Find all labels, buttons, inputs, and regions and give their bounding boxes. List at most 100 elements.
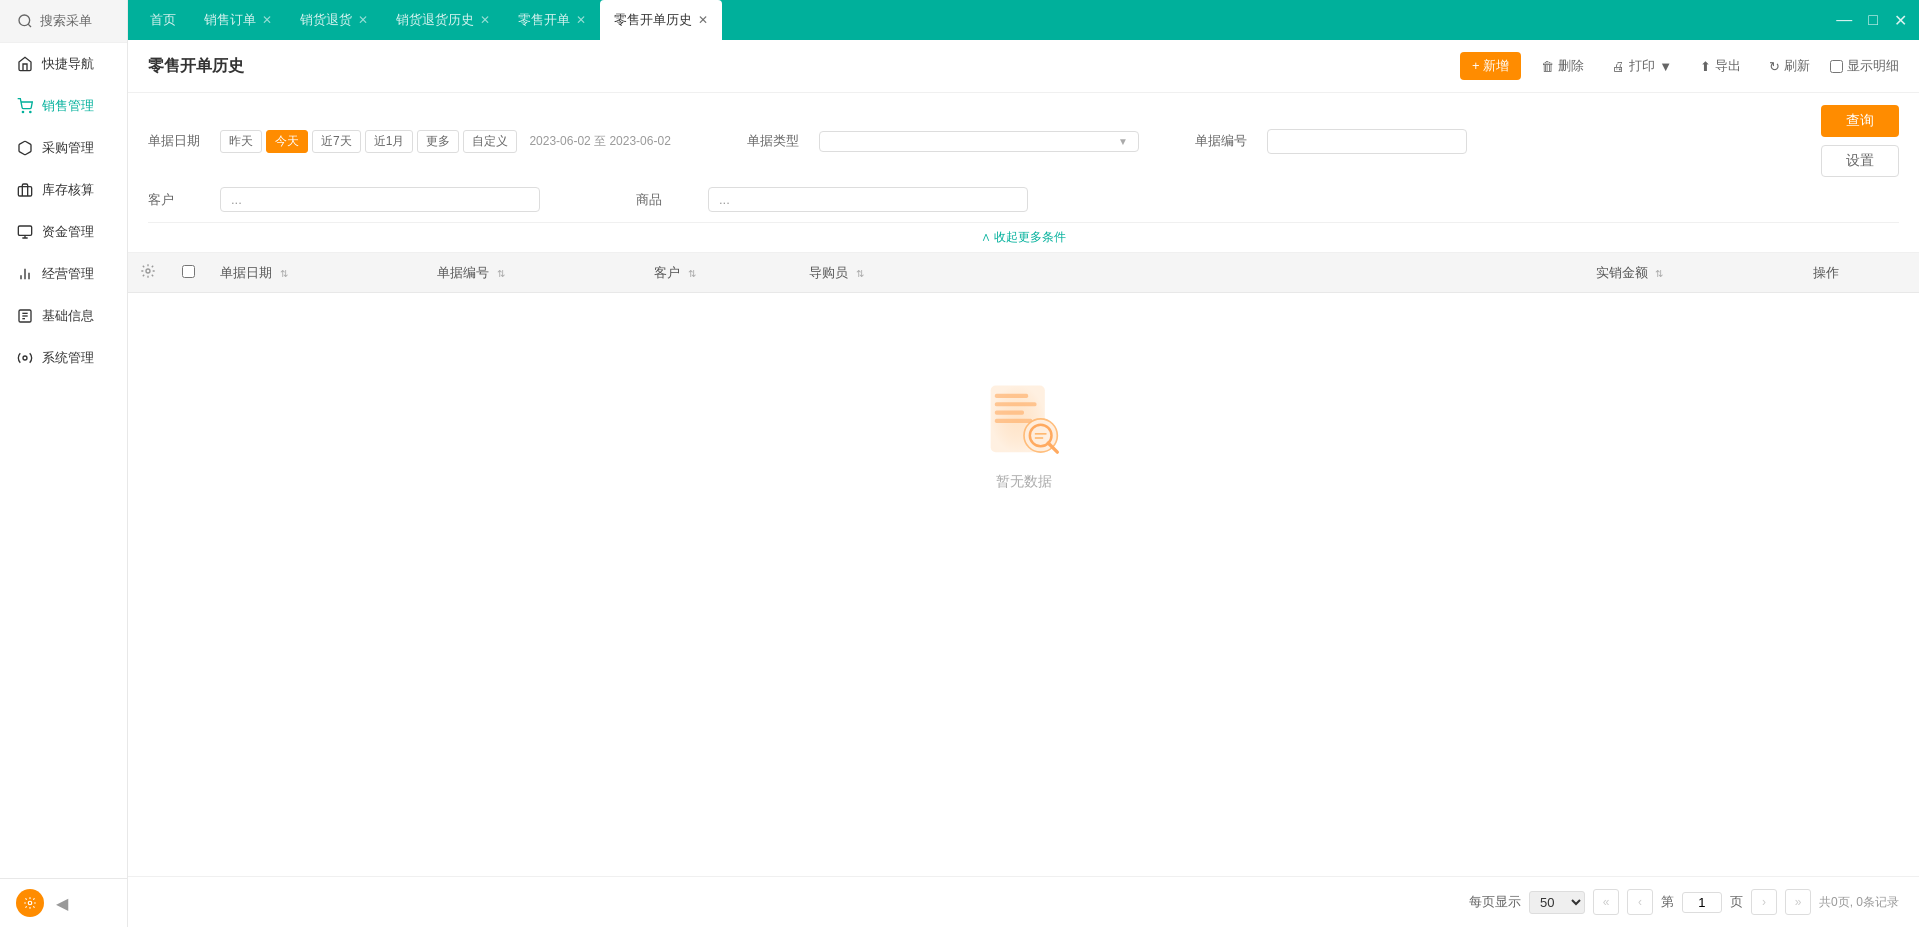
customer-select[interactable]: ... <box>220 187 540 212</box>
sidebar-item-quick-nav[interactable]: 快捷导航 <box>0 43 127 85</box>
tab-sales-return-history-label: 销货退货历史 <box>396 11 474 29</box>
tab-sales-return[interactable]: 销货退货 ✕ <box>286 0 382 40</box>
sidebar-item-purchase-mgmt[interactable]: 采购管理 <box>0 127 127 169</box>
sidebar-item-finance[interactable]: 资金管理 <box>0 211 127 253</box>
date-btn-7days[interactable]: 近7天 <box>312 130 361 153</box>
number-input[interactable] <box>1267 129 1467 154</box>
svg-rect-19 <box>994 411 1023 415</box>
tab-bar-controls: — □ ✕ <box>1832 7 1911 34</box>
sidebar-item-sales-mgmt[interactable]: 销售管理 <box>0 85 127 127</box>
next-page-btn[interactable]: › <box>1751 889 1777 915</box>
home-icon <box>16 55 34 73</box>
print-chevron-icon: ▼ <box>1659 59 1672 74</box>
filter-row-2: 客户 ... 商品 ... <box>148 187 1899 212</box>
refresh-button[interactable]: ↻ 刷新 <box>1761 53 1818 79</box>
filter-row-1: 单据日期 昨天 今天 近7天 近1月 更多 自定义 2023-06-02 至 2… <box>148 105 1899 177</box>
tab-retail-open-history[interactable]: 零售开单历史 ✕ <box>600 0 722 40</box>
search-icon <box>16 12 34 30</box>
tab-sales-return-history[interactable]: 销货退货历史 ✕ <box>382 0 504 40</box>
sidebar-settings-btn[interactable] <box>16 889 44 917</box>
sidebar-item-inventory[interactable]: 库存核算 <box>0 169 127 211</box>
select-all-checkbox[interactable] <box>182 265 195 278</box>
sidebar-search[interactable]: 搜索采单 <box>0 0 127 43</box>
add-button[interactable]: + 新增 <box>1460 52 1521 80</box>
date-btn-1month[interactable]: 近1月 <box>365 130 414 153</box>
svg-point-13 <box>23 356 27 360</box>
type-select-chevron-icon: ▼ <box>1118 136 1128 147</box>
date-range-display: 2023-06-02 至 2023-06-02 <box>529 133 670 150</box>
tab-retail-open-close[interactable]: ✕ <box>576 13 586 27</box>
tab-retail-open[interactable]: 零售开单 ✕ <box>504 0 600 40</box>
date-btn-custom[interactable]: 自定义 <box>463 130 517 153</box>
type-select[interactable]: ▼ <box>819 131 1139 152</box>
sort-amount-icon: ⇅ <box>1655 268 1663 279</box>
last-page-btn[interactable]: » <box>1785 889 1811 915</box>
setting-button[interactable]: 设置 <box>1821 145 1899 177</box>
first-page-btn[interactable]: « <box>1593 889 1619 915</box>
sidebar-item-operations[interactable]: 经营管理 <box>0 253 127 295</box>
delete-button[interactable]: 🗑 删除 <box>1533 53 1592 79</box>
th-customer[interactable]: 客户 ⇅ <box>642 253 797 293</box>
tab-sales-order-label: 销售订单 <box>204 11 256 29</box>
th-date-label: 单据日期 <box>220 265 272 280</box>
settings-icon <box>16 349 34 367</box>
main-area: 首页 销售订单 ✕ 销货退货 ✕ 销货退货历史 ✕ 零售开单 ✕ 零售开单历史 … <box>128 0 1919 927</box>
sidebar-item-basic-info[interactable]: 基础信息 <box>0 295 127 337</box>
date-btn-more[interactable]: 更多 <box>417 130 459 153</box>
filter-collapse-btn[interactable]: ∧ 收起更多条件 <box>148 222 1899 252</box>
tab-home[interactable]: 首页 <box>136 0 190 40</box>
sidebar-item-system[interactable]: 系统管理 <box>0 337 127 379</box>
type-label: 单据类型 <box>747 132 803 150</box>
tab-sales-return-history-close[interactable]: ✕ <box>480 13 490 27</box>
tab-sales-order-close[interactable]: ✕ <box>262 13 272 27</box>
info-icon <box>16 307 34 325</box>
page-title: 零售开单历史 <box>148 56 1460 77</box>
sidebar-collapse-btn[interactable]: ◀ <box>56 894 68 913</box>
prev-page-btn[interactable]: ‹ <box>1627 889 1653 915</box>
svg-point-0 <box>19 15 30 26</box>
table-header: 单据日期 ⇅ 单据编号 ⇅ 客户 ⇅ 导购员 ⇅ <box>128 253 1919 293</box>
page-label: 第 <box>1661 893 1674 911</box>
sidebar-item-label: 销售管理 <box>42 97 94 115</box>
export-button[interactable]: ⬆ 导出 <box>1692 53 1749 79</box>
sidebar-item-label: 系统管理 <box>42 349 94 367</box>
sidebar-item-label: 经营管理 <box>42 265 94 283</box>
date-btn-yesterday[interactable]: 昨天 <box>220 130 262 153</box>
toolbar: + 新增 🗑 删除 🖨 打印 ▼ ⬆ 导出 ↻ 刷新 <box>1460 52 1899 80</box>
trash-icon: 🗑 <box>1541 59 1554 74</box>
print-button[interactable]: 🖨 打印 ▼ <box>1604 53 1680 79</box>
display-detail-checkbox[interactable] <box>1830 60 1843 73</box>
th-number[interactable]: 单据编号 ⇅ <box>425 253 642 293</box>
window-minimize-btn[interactable]: — <box>1832 7 1856 33</box>
th-date[interactable]: 单据日期 ⇅ <box>208 253 425 293</box>
tab-sales-order[interactable]: 销售订单 ✕ <box>190 0 286 40</box>
goods-select[interactable]: ... <box>708 187 1028 212</box>
th-action-label: 操作 <box>1813 265 1839 280</box>
display-detail-toggle[interactable]: 显示明细 <box>1830 57 1899 75</box>
date-btn-today[interactable]: 今天 <box>266 130 308 153</box>
page-number-input[interactable] <box>1682 892 1722 913</box>
tab-sales-return-label: 销货退货 <box>300 11 352 29</box>
th-spacer <box>984 253 1584 293</box>
svg-line-1 <box>28 24 31 27</box>
tab-bar: 首页 销售订单 ✕ 销货退货 ✕ 销货退货历史 ✕ 零售开单 ✕ 零售开单历史 … <box>128 0 1919 40</box>
query-button[interactable]: 查询 <box>1821 105 1899 137</box>
data-table: 单据日期 ⇅ 单据编号 ⇅ 客户 ⇅ 导购员 ⇅ <box>128 253 1919 293</box>
window-close-btn[interactable]: ✕ <box>1890 7 1911 34</box>
finance-icon <box>16 223 34 241</box>
th-salesperson[interactable]: 导购员 ⇅ <box>797 253 983 293</box>
per-page-select[interactable]: 50 10 20 100 <box>1529 891 1585 914</box>
refresh-icon: ↻ <box>1769 59 1780 74</box>
th-number-label: 单据编号 <box>437 265 489 280</box>
tab-sales-return-close[interactable]: ✕ <box>358 13 368 27</box>
th-checkbox[interactable] <box>168 253 208 293</box>
tab-retail-open-history-label: 零售开单历史 <box>614 11 692 29</box>
svg-point-15 <box>146 269 150 273</box>
tab-retail-open-history-close[interactable]: ✕ <box>698 13 708 27</box>
th-settings[interactable] <box>128 253 168 293</box>
svg-rect-4 <box>18 187 31 196</box>
th-amount[interactable]: 实销金额 ⇅ <box>1584 253 1801 293</box>
chart-icon <box>16 265 34 283</box>
filter-area: 单据日期 昨天 今天 近7天 近1月 更多 自定义 2023-06-02 至 2… <box>128 93 1919 253</box>
window-maximize-btn[interactable]: □ <box>1864 7 1882 33</box>
